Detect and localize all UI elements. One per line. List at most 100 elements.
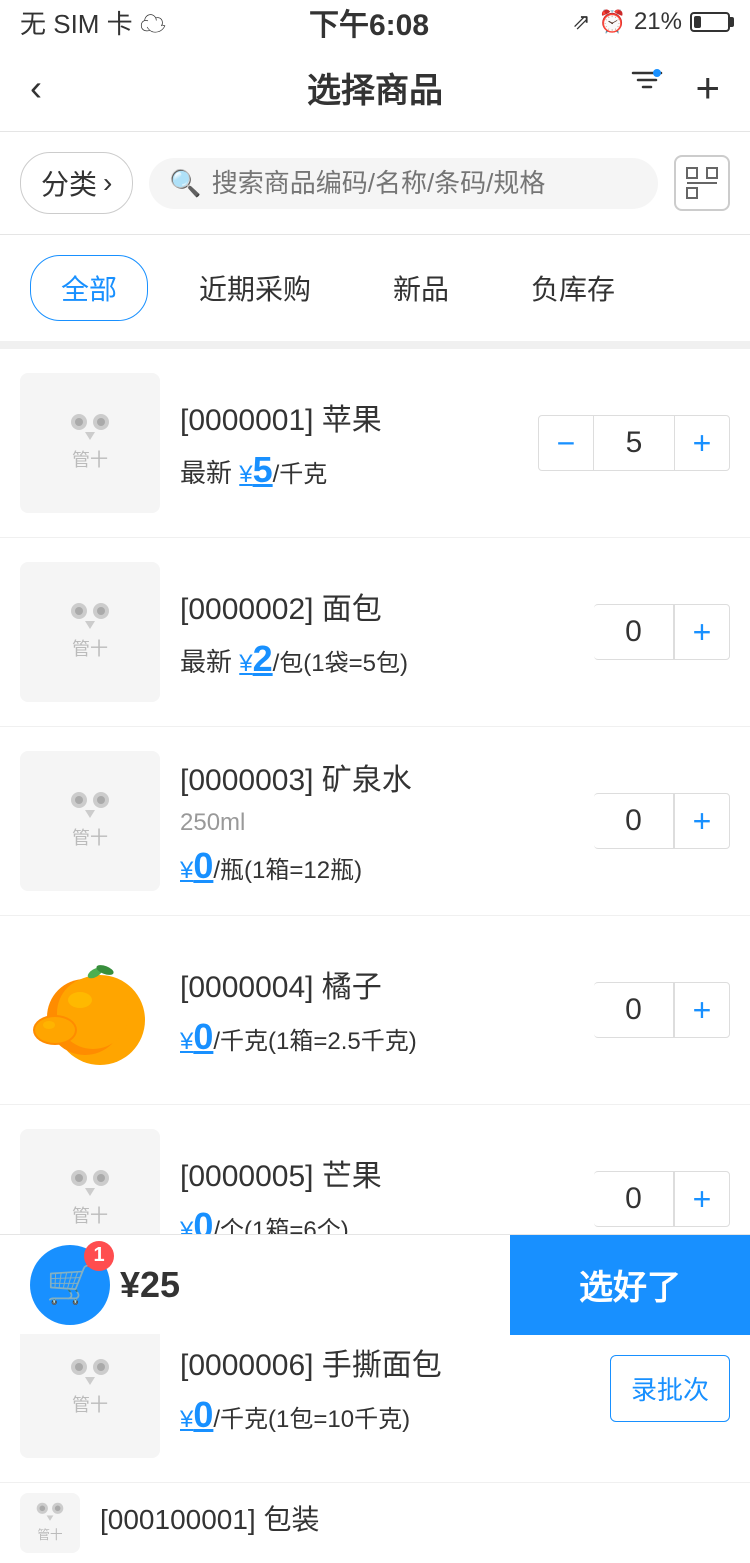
product-price: 最新 ¥5/千克 [180, 449, 518, 491]
add-button[interactable]: + [695, 64, 720, 112]
category-label: 分类 [41, 163, 97, 203]
price-unit: /千克(1包=10千克) [213, 1406, 410, 1433]
quantity-increase-button[interactable]: + [674, 793, 730, 849]
scan-button[interactable] [674, 155, 730, 211]
category-chevron: › [103, 167, 112, 199]
battery-icon [690, 12, 730, 32]
product-price: ¥0/瓶(1箱=12瓶) [180, 845, 574, 887]
search-bar: 🔍 [149, 158, 658, 209]
owl-logo: 管十 [71, 1359, 109, 1417]
price-currency: ¥ [180, 857, 193, 884]
status-time: 下午6:08 [309, 0, 429, 44]
quantity-control: − + [538, 415, 730, 471]
quantity-control: + [594, 1171, 730, 1227]
cart-total: ¥25 [120, 1264, 180, 1306]
product-image: 管十 [20, 751, 160, 891]
product-image-orange [20, 940, 160, 1080]
quantity-input[interactable] [594, 415, 674, 471]
cart-icon-wrap[interactable]: 🛒 1 [30, 1245, 110, 1325]
back-button[interactable]: ‹ [30, 67, 42, 109]
product-image: 管十 [20, 562, 160, 702]
location-icon: ⇗ [572, 9, 590, 35]
quantity-increase-button[interactable]: + [674, 415, 730, 471]
cart-icon: 🛒 [46, 1263, 93, 1307]
quantity-input[interactable] [594, 982, 674, 1038]
product-image: 管十 [20, 1493, 80, 1553]
product-name: [0000006] 手撕面包 [180, 1340, 590, 1384]
price-label: 最新 [180, 647, 232, 677]
tab-new[interactable]: 新品 [362, 255, 480, 321]
quantity-input[interactable] [594, 793, 674, 849]
product-info: [0000005] 芒果 ¥0/个(1箱=6个) [180, 1151, 574, 1247]
price-value: 0 [193, 845, 213, 886]
product-image: 管十 [20, 373, 160, 513]
product-info: [000100001] 包装 [100, 1498, 730, 1548]
quantity-increase-button[interactable]: + [674, 982, 730, 1038]
list-item: 管十 [0000003] 矿泉水 250ml ¥0/瓶(1箱=12瓶) + [0, 727, 750, 916]
search-input[interactable] [212, 168, 638, 199]
cart-section: 🛒 1 ¥25 [0, 1245, 510, 1325]
product-name: [0000004] 橘子 [180, 962, 574, 1006]
quantity-increase-button[interactable]: + [674, 604, 730, 660]
product-name: [0000003] 矿泉水 [180, 755, 574, 799]
filter-bar: 分类 › 🔍 [0, 132, 750, 235]
product-list: 管十 [0000001] 苹果 最新 ¥5/千克 − + 管十 [0, 349, 750, 1563]
price-unit: /千克(1箱=2.5千克) [213, 1028, 416, 1055]
tab-all[interactable]: 全部 [30, 255, 148, 321]
quantity-input[interactable] [594, 604, 674, 660]
cart-badge: 1 [84, 1241, 114, 1271]
filter-icon[interactable] [629, 65, 665, 110]
price-value: 0 [193, 1394, 213, 1435]
tab-recent[interactable]: 近期采购 [168, 255, 342, 321]
price-currency: ¥ [180, 1028, 193, 1055]
product-name: [0000005] 芒果 [180, 1151, 574, 1195]
owl-logo: 管十 [37, 1503, 64, 1544]
owl-logo: 管十 [71, 792, 109, 850]
bottom-bar: 🛒 1 ¥25 选好了 [0, 1234, 750, 1334]
price-label: 最新 [180, 458, 232, 488]
nav-left[interactable]: ‹ [30, 67, 42, 109]
quantity-increase-button[interactable]: + [674, 1171, 730, 1227]
confirm-button[interactable]: 选好了 [510, 1235, 750, 1335]
product-price: 最新 ¥2/包(1袋=5包) [180, 638, 574, 680]
nav-right: + [629, 64, 720, 112]
price-value: 2 [253, 638, 273, 679]
price-unit: /包(1袋=5包) [273, 650, 408, 677]
quantity-control: + [594, 793, 730, 849]
category-button[interactable]: 分类 › [20, 152, 133, 214]
price-currency: ¥ [180, 1406, 193, 1433]
product-info: [0000006] 手撕面包 ¥0/千克(1包=10千克) [180, 1340, 590, 1436]
battery-percent: 21% [634, 8, 682, 36]
list-item: [0000004] 橘子 ¥0/千克(1箱=2.5千克) + [0, 916, 750, 1105]
list-item: 管十 [0000002] 面包 最新 ¥2/包(1袋=5包) + [0, 538, 750, 727]
list-item: 管十 [000100001] 包装 [0, 1483, 750, 1563]
product-info: [0000001] 苹果 最新 ¥5/千克 [180, 395, 518, 491]
product-price: ¥0/千克(1包=10千克) [180, 1394, 590, 1436]
owl-logo: 管十 [71, 414, 109, 472]
product-name: [0000001] 苹果 [180, 395, 518, 439]
owl-logo: 管十 [71, 603, 109, 661]
page-title: 选择商品 [307, 63, 443, 112]
quantity-control: + [594, 982, 730, 1038]
owl-logo: 管十 [71, 1170, 109, 1228]
status-left: 无 SIM 卡 ☁ [20, 4, 166, 41]
tab-negative[interactable]: 负库存 [500, 255, 646, 321]
alarm-icon: ⏰ [599, 9, 626, 35]
product-name: [000100001] 包装 [100, 1498, 730, 1538]
price-value: 5 [253, 449, 273, 490]
quantity-decrease-button[interactable]: − [538, 415, 594, 471]
price-currency: ¥ [239, 650, 252, 677]
product-spec: 250ml [180, 809, 574, 837]
product-info: [0000003] 矿泉水 250ml ¥0/瓶(1箱=12瓶) [180, 755, 574, 887]
product-image: 管十 [20, 1318, 160, 1458]
status-right: ⇗ ⏰ 21% [572, 8, 730, 36]
record-batch-button[interactable]: 录批次 [610, 1355, 730, 1422]
nav-bar: ‹ 选择商品 + [0, 44, 750, 132]
price-unit: /瓶(1箱=12瓶) [213, 857, 362, 884]
status-bar: 无 SIM 卡 ☁ 下午6:08 ⇗ ⏰ 21% [0, 0, 750, 44]
quantity-control: + [594, 604, 730, 660]
signal-text: 无 SIM 卡 ☁ [20, 4, 166, 41]
quantity-input[interactable] [594, 1171, 674, 1227]
product-name: [0000002] 面包 [180, 584, 574, 628]
price-currency: ¥ [239, 461, 252, 488]
